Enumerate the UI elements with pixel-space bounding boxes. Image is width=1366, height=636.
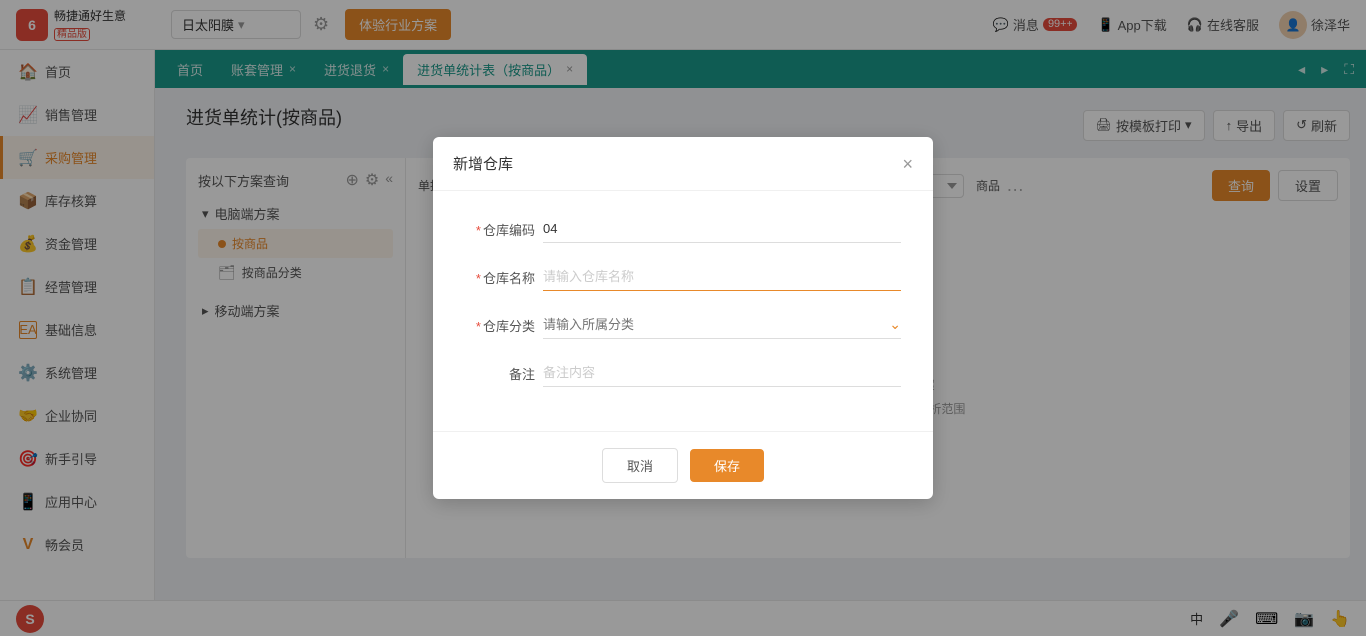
save-button[interactable]: 保存 (690, 449, 764, 482)
category-dropdown-arrow[interactable]: ⌄ (889, 316, 901, 333)
warehouse-code-label: 仓库编码 (465, 220, 535, 239)
warehouse-code-row: 仓库编码 (465, 215, 901, 243)
modal-header: 新增仓库 × (433, 137, 933, 191)
warehouse-name-input[interactable] (543, 263, 901, 291)
modal-body: 仓库编码 仓库名称 仓库分类 ⌄ 备注 (433, 191, 933, 431)
warehouse-category-select-row: ⌄ (543, 311, 901, 339)
modal-overlay[interactable]: 新增仓库 × 仓库编码 仓库名称 仓库分类 ⌄ (0, 0, 1366, 636)
modal-close-btn[interactable]: × (902, 155, 913, 173)
new-warehouse-modal: 新增仓库 × 仓库编码 仓库名称 仓库分类 ⌄ (433, 137, 933, 499)
warehouse-code-input[interactable] (543, 215, 901, 243)
warehouse-name-row: 仓库名称 (465, 263, 901, 291)
warehouse-note-label: 备注 (465, 364, 535, 383)
warehouse-category-input[interactable] (543, 311, 889, 338)
cancel-button[interactable]: 取消 (602, 448, 678, 483)
warehouse-category-label: 仓库分类 (465, 316, 535, 335)
modal-title: 新增仓库 (453, 153, 513, 174)
warehouse-note-input[interactable] (543, 359, 901, 387)
warehouse-note-row: 备注 (465, 359, 901, 387)
warehouse-name-label: 仓库名称 (465, 268, 535, 287)
warehouse-category-row: 仓库分类 ⌄ (465, 311, 901, 339)
modal-footer: 取消 保存 (433, 431, 933, 499)
